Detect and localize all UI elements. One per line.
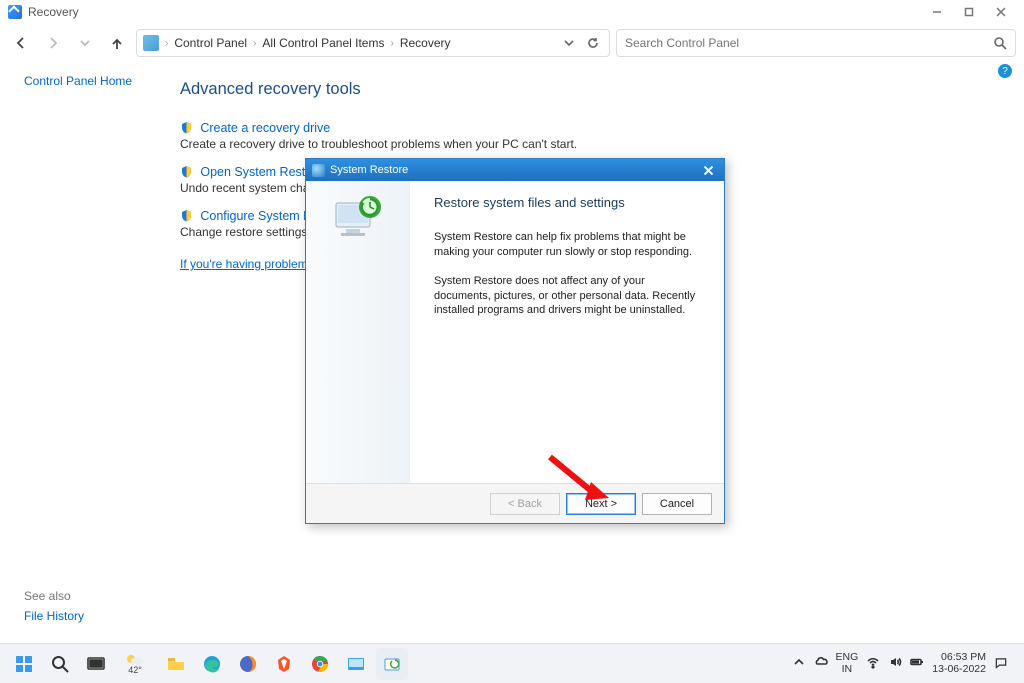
window-titlebar: Recovery <box>0 0 1024 24</box>
dialog-paragraph: System Restore can help fix problems tha… <box>434 230 702 260</box>
control-panel-taskbar-button[interactable] <box>376 648 408 680</box>
refresh-button[interactable] <box>583 33 603 53</box>
close-button[interactable] <box>986 2 1016 22</box>
language-indicator[interactable]: ENG IN <box>836 652 859 675</box>
dialog-paragraph: System Restore does not affect any of yo… <box>434 274 702 319</box>
file-explorer-button[interactable] <box>160 648 192 680</box>
wifi-icon[interactable] <box>866 655 880 672</box>
battery-icon[interactable] <box>910 655 924 672</box>
control-panel-home-link[interactable]: Control Panel Home <box>24 74 132 88</box>
chevron-right-icon: › <box>165 38 168 49</box>
search-input[interactable] <box>625 36 993 50</box>
dialog-titlebar: System Restore <box>306 159 724 181</box>
volume-icon[interactable] <box>888 655 902 672</box>
address-dropdown-button[interactable] <box>559 33 579 53</box>
page-title: Advanced recovery tools <box>180 80 994 99</box>
breadcrumb-item[interactable]: All Control Panel Items <box>262 36 384 50</box>
see-also-label: See also <box>24 589 84 603</box>
shield-icon <box>180 209 193 222</box>
dialog-close-button[interactable] <box>698 162 718 178</box>
dialog-heading: Restore system files and settings <box>434 195 702 210</box>
shield-icon <box>180 165 193 178</box>
taskbar: 42° ENG IN <box>0 643 1024 683</box>
help-icon[interactable]: ? <box>998 64 1012 78</box>
task-view-button[interactable] <box>80 648 112 680</box>
search-box[interactable] <box>616 29 1016 57</box>
create-recovery-drive-link[interactable]: Create a recovery drive <box>200 121 330 135</box>
notifications-button[interactable] <box>994 655 1012 673</box>
tool-item: Create a recovery drive Create a recover… <box>180 121 994 151</box>
explorer-toolbar: › Control Panel › All Control Panel Item… <box>0 24 1024 62</box>
shield-icon <box>180 121 193 134</box>
system-restore-icon <box>312 164 325 177</box>
clock-time: 06:53 PM <box>932 652 986 664</box>
chevron-right-icon: › <box>253 38 256 49</box>
chevron-right-icon: › <box>390 38 393 49</box>
see-also-section: See also File History <box>24 589 84 623</box>
maximize-button[interactable] <box>954 2 984 22</box>
breadcrumb-item[interactable]: Recovery <box>400 36 451 50</box>
dialog-footer: < Back Next > Cancel <box>306 483 724 523</box>
weather-temp: 42° <box>128 665 142 675</box>
taskbar-search-button[interactable] <box>44 648 76 680</box>
location-icon <box>143 35 159 51</box>
clock-date: 13-06-2022 <box>932 664 986 676</box>
dialog-title: System Restore <box>330 164 408 176</box>
search-icon <box>993 36 1007 50</box>
edge-button[interactable] <box>196 648 228 680</box>
breadcrumb-item[interactable]: Control Panel <box>174 36 247 50</box>
up-button[interactable] <box>104 30 130 56</box>
cancel-button[interactable]: Cancel <box>642 493 712 515</box>
tool-desc: Create a recovery drive to troubleshoot … <box>180 137 994 151</box>
start-button[interactable] <box>8 648 40 680</box>
clock[interactable]: 06:53 PM 13-06-2022 <box>932 652 986 675</box>
address-bar[interactable]: › Control Panel › All Control Panel Item… <box>136 29 610 57</box>
recent-dropdown-button[interactable] <box>72 30 98 56</box>
forward-button[interactable] <box>40 30 66 56</box>
recovery-icon <box>8 5 22 19</box>
chrome-button[interactable] <box>304 648 336 680</box>
onedrive-icon[interactable] <box>814 655 828 672</box>
app-button[interactable] <box>340 648 372 680</box>
back-button[interactable] <box>8 30 34 56</box>
minimize-button[interactable] <box>922 2 952 22</box>
back-button: < Back <box>490 493 560 515</box>
window-title: Recovery <box>28 5 79 19</box>
left-sidebar: Control Panel Home See also File History <box>0 62 170 643</box>
next-button[interactable]: Next > <box>566 493 636 515</box>
dialog-banner <box>306 181 410 483</box>
firefox-button[interactable] <box>232 648 264 680</box>
system-restore-dialog: System Restore Restore system files and … <box>305 158 725 524</box>
system-tray: ENG IN 06:53 PM 13-06-2022 <box>792 652 1018 675</box>
brave-button[interactable] <box>268 648 300 680</box>
weather-widget[interactable]: 42° <box>114 648 156 680</box>
file-history-link[interactable]: File History <box>24 609 84 623</box>
tray-overflow-button[interactable] <box>792 655 806 672</box>
